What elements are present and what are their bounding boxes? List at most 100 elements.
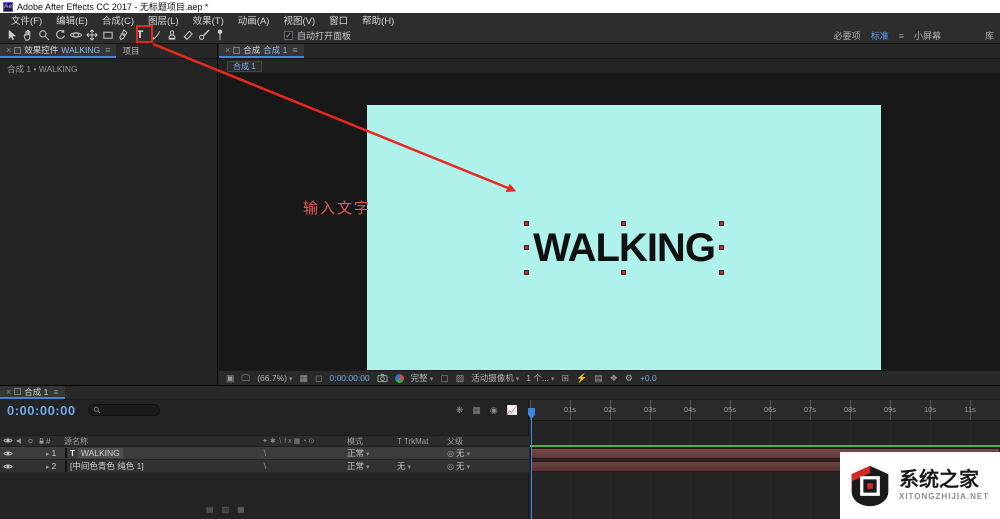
transparency-grid-icon[interactable]: ▨ <box>456 374 465 383</box>
shape-tool[interactable] <box>100 28 116 43</box>
brush-tool[interactable] <box>148 28 164 43</box>
selection-handle[interactable] <box>621 221 626 226</box>
menu-layer[interactable]: 图层(L) <box>141 13 186 27</box>
tab-project[interactable]: 项目 <box>116 44 145 58</box>
column-parent[interactable]: 父级 <box>447 436 527 447</box>
close-icon[interactable]: × <box>225 45 230 55</box>
layer-name[interactable]: [中间色青色 纯色 1] <box>70 461 144 471</box>
fast-previews-icon[interactable]: ⚡ <box>576 374 587 383</box>
current-timecode[interactable]: 0:00:00:00 <box>7 403 76 418</box>
mask-visibility-icon[interactable]: ◻ <box>315 374 322 383</box>
panel-menu-icon[interactable]: ≡ <box>105 45 110 55</box>
panel-menu-icon[interactable]: ≡ <box>292 45 297 55</box>
frame-blend-icon[interactable]: ▦ <box>472 405 481 416</box>
pan-behind-tool[interactable] <box>84 28 100 43</box>
expand-inout-icon[interactable]: ▦ <box>237 505 245 514</box>
auto-open-checkbox[interactable]: ✓ <box>284 31 293 40</box>
zoom-tool[interactable] <box>36 28 52 43</box>
menu-effect[interactable]: 效果(T) <box>186 13 231 27</box>
layer-row-1[interactable]: ▸1 TWALKING ∖ 正常 ◎无 <box>0 447 529 460</box>
menu-animation[interactable]: 动画(A) <box>231 13 277 27</box>
current-time-indicator[interactable] <box>531 408 532 519</box>
lock-icon[interactable] <box>36 437 46 445</box>
label-color-swatch[interactable] <box>65 460 67 472</box>
view-layout-dropdown[interactable]: 1 个... <box>526 372 554 384</box>
puppet-pin-tool[interactable] <box>212 28 228 43</box>
tab-composition[interactable]: × 合成 合成 1 ≡ <box>219 44 304 58</box>
column-mode[interactable]: 模式 <box>347 436 397 447</box>
text-layer-content[interactable]: WALKING <box>533 226 715 270</box>
graph-editor-icon[interactable]: 📈 <box>507 405 518 416</box>
shy-layers-icon[interactable]: ❋ <box>456 405 464 416</box>
menu-window[interactable]: 窗口 <box>322 13 355 27</box>
menu-file[interactable]: 文件(F) <box>4 13 49 27</box>
pen-tool[interactable] <box>116 28 132 43</box>
selection-handle[interactable] <box>719 245 724 250</box>
blend-mode-dropdown[interactable]: 正常 <box>347 448 370 458</box>
expand-transfer-controls-icon[interactable]: ▥ <box>222 505 230 514</box>
eye-icon[interactable] <box>3 450 13 457</box>
timeline-jump-icon[interactable]: ▤ <box>594 374 603 383</box>
workspace-menu-icon[interactable]: ≡ <box>899 31 904 41</box>
pickwhip-icon[interactable]: ◎ <box>447 449 454 458</box>
region-of-interest-icon[interactable]: ▢ <box>440 374 449 383</box>
layer-name-cell[interactable]: [中间色青色 纯色 1] <box>62 460 262 472</box>
close-icon[interactable]: × <box>6 45 11 55</box>
roto-brush-tool[interactable] <box>196 28 212 43</box>
quality-switch-icon[interactable]: ∖ <box>262 462 269 471</box>
parent-dropdown[interactable]: 无 <box>456 461 470 471</box>
label-color-swatch[interactable] <box>65 448 67 458</box>
layer-name-cell[interactable]: TWALKING <box>62 448 262 458</box>
selection-handle[interactable] <box>524 245 529 250</box>
motion-blur-icon[interactable]: ◉ <box>490 405 498 416</box>
workspace-library[interactable]: 库 <box>985 29 994 42</box>
quality-switch-icon[interactable]: ∖ <box>262 449 269 458</box>
timeline-search-input[interactable] <box>104 406 154 415</box>
snapshot-camera-icon[interactable] <box>377 373 388 383</box>
menu-view[interactable]: 视图(V) <box>276 13 322 27</box>
type-tool[interactable]: T <box>132 28 148 43</box>
exposure-reset-icon[interactable]: ⚙ <box>625 374 633 383</box>
pickwhip-icon[interactable]: ◎ <box>447 462 454 471</box>
clone-stamp-tool[interactable] <box>164 28 180 43</box>
always-preview-icon[interactable]: ▣ <box>226 374 235 383</box>
magnification-dropdown[interactable]: (66.7%) <box>257 373 292 383</box>
panel-menu-icon[interactable]: ≡ <box>53 387 58 397</box>
selection-handle[interactable] <box>719 270 724 275</box>
tab-effect-controls[interactable]: × 效果控件 WALKING ≡ <box>0 44 116 58</box>
workspace-standard[interactable]: 标准 <box>871 29 889 42</box>
resolution-dropdown[interactable]: 完整 <box>411 372 434 384</box>
menu-composition[interactable]: 合成(C) <box>95 13 141 27</box>
menu-help[interactable]: 帮助(H) <box>355 13 401 27</box>
viewer-timecode[interactable]: 0:00:00:00 <box>329 373 369 383</box>
hand-tool[interactable] <box>20 28 36 43</box>
exposure-value[interactable]: +0.0 <box>640 373 657 383</box>
pixel-aspect-icon[interactable]: ⊞ <box>561 374 569 383</box>
parent-dropdown[interactable]: 无 <box>456 448 470 458</box>
show-channels-icon[interactable] <box>395 374 404 383</box>
video-eye-icon[interactable] <box>3 437 13 445</box>
flowchart-icon[interactable]: ❖ <box>610 374 618 383</box>
tab-timeline-comp[interactable]: × 合成 1 ≡ <box>0 386 65 399</box>
time-ruler[interactable]: 01s 02s 03s 04s 05s 06s 07s 08s 09s 10s … <box>530 400 1000 421</box>
selection-handle[interactable] <box>524 270 529 275</box>
workspace-small-screen[interactable]: 小屏幕 <box>914 29 941 42</box>
layer-switches[interactable]: ∖ <box>262 449 347 458</box>
column-trkmat[interactable]: T TrkMat <box>397 437 447 446</box>
grid-guides-icon[interactable]: ▦ <box>299 374 308 383</box>
selection-tool[interactable] <box>4 28 20 43</box>
solo-icon[interactable] <box>25 437 35 445</box>
selection-handle[interactable] <box>719 221 724 226</box>
timeline-search-box[interactable] <box>88 404 160 416</box>
layer-name[interactable]: WALKING <box>78 448 123 458</box>
layer-switches[interactable]: ∖ <box>262 462 347 471</box>
text-layer[interactable]: WALKING <box>533 228 715 268</box>
camera-tool[interactable] <box>68 28 84 43</box>
comp-nav-chip[interactable]: 合成 1 <box>227 61 262 72</box>
workspace-essentials[interactable]: 必要项 <box>834 29 861 42</box>
blend-mode-dropdown[interactable]: 正常 <box>347 461 370 471</box>
column-number[interactable]: # <box>46 437 62 446</box>
expander-icon[interactable]: ▸ <box>46 451 50 458</box>
selection-handle[interactable] <box>621 270 626 275</box>
menu-edit[interactable]: 编辑(E) <box>49 13 95 27</box>
